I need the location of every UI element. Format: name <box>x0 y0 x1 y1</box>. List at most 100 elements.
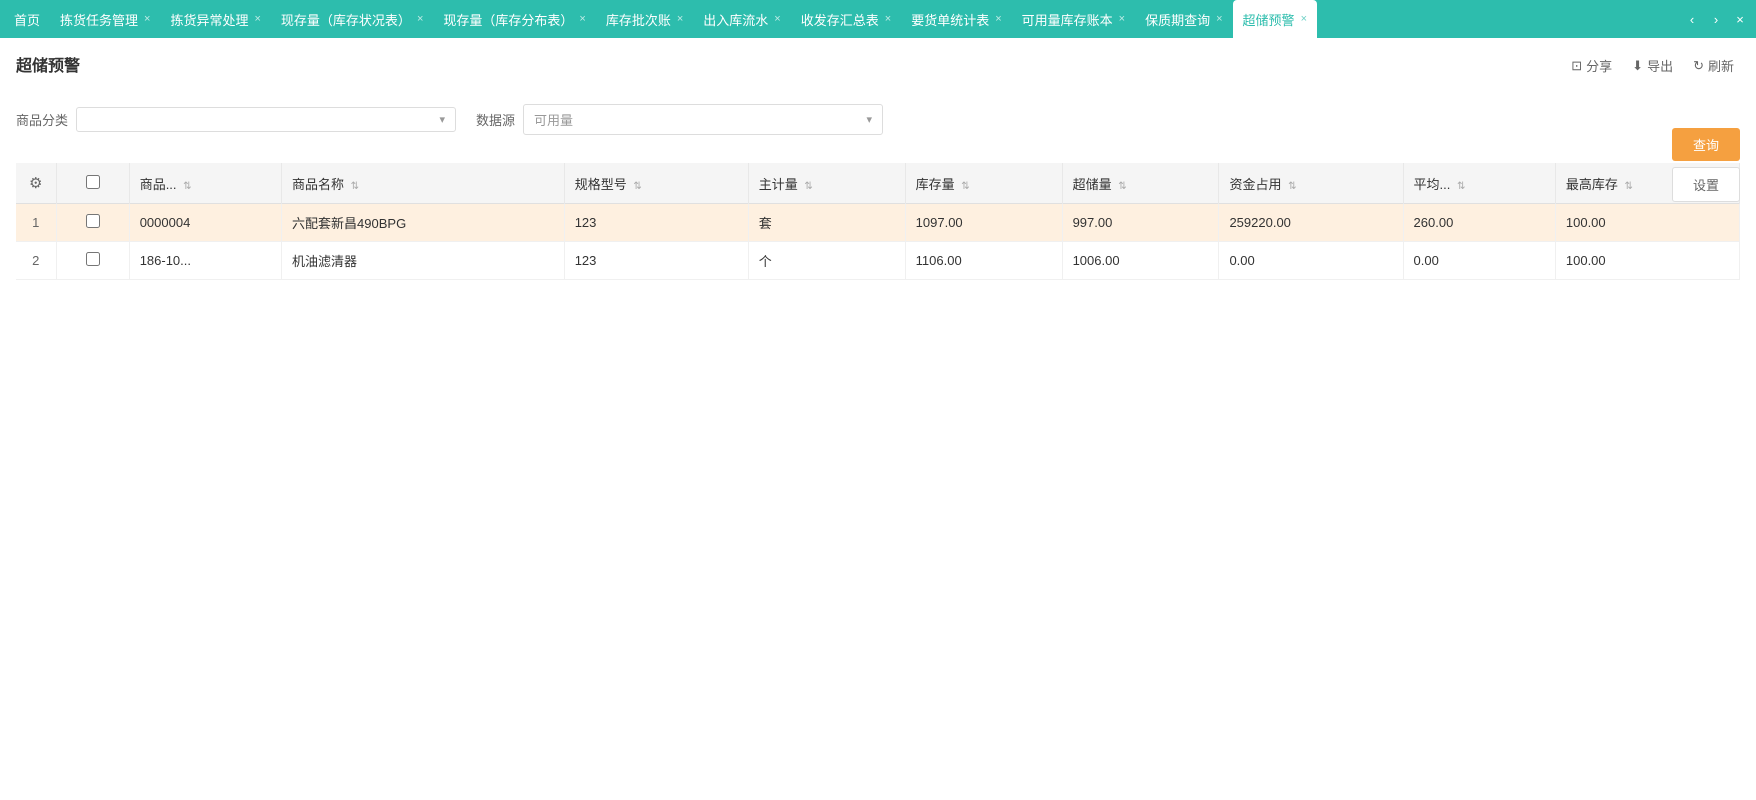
col-header-code[interactable]: 商品... ⇅ <box>129 163 281 204</box>
close-icon-collect-summary[interactable]: × <box>885 13 891 25</box>
datasource-select[interactable]: 可用量 ▾ <box>523 104 883 135</box>
gear-button[interactable]: ⚙ <box>27 172 44 194</box>
sort-icon: ⇅ <box>351 181 359 192</box>
col-header-capital[interactable]: 资金占用 ⇅ <box>1219 163 1403 204</box>
toolbar-right: ⊡ 分享 ⬇ 导出 ↻ 刷新 <box>1565 52 1740 79</box>
sort-icon: ⇅ <box>1457 181 1465 192</box>
row-checkbox-0[interactable] <box>86 214 100 228</box>
page-content: 超储预警 商品分类 ▾ 数据源 可用量 ▾ ⚙商品... ⇅商品名称 ⇅规格型号… <box>0 38 1756 294</box>
row-seq-1: 2 <box>16 242 56 280</box>
nav-tab-batch-account[interactable]: 库存批次账× <box>596 0 693 38</box>
row-checkbox-1[interactable] <box>86 252 100 266</box>
sort-icon: ⇅ <box>961 181 969 192</box>
category-select[interactable]: ▾ <box>76 107 456 132</box>
export-icon: ⬇ <box>1632 58 1643 74</box>
close-icon-abnormal[interactable]: × <box>254 13 260 25</box>
data-table: ⚙ 商品... ⇅商品名称 ⇅规格型号 ⇅主计量 ⇅库存量 ⇅超储量 ⇅资金占用 … <box>16 163 1740 280</box>
category-filter: 商品分类 ▾ <box>16 107 456 132</box>
col-header-stock[interactable]: 库存量 ⇅ <box>905 163 1062 204</box>
sort-icon: ⇅ <box>1625 181 1633 192</box>
nav-tab-quality-check[interactable]: 保质期查询× <box>1135 0 1232 38</box>
nav-tab-home[interactable]: 首页 <box>4 0 50 38</box>
col-header-name[interactable]: 商品名称 ⇅ <box>282 163 565 204</box>
refresh-icon: ↻ <box>1693 58 1704 74</box>
export-button[interactable]: ⬇ 导出 <box>1626 52 1679 79</box>
close-icon-flow[interactable]: × <box>774 13 780 25</box>
nav-prev-arrow[interactable]: ‹ <box>1680 0 1704 38</box>
select-all-checkbox[interactable] <box>86 175 100 189</box>
cell-unit-1: 个 <box>748 242 905 280</box>
close-icon-inventory-status[interactable]: × <box>417 13 423 25</box>
close-icon-available-account[interactable]: × <box>1119 13 1125 25</box>
nav-tab-overstock-warning[interactable]: 超储预警× <box>1233 0 1317 38</box>
table-row: 2186-10...机油滤清器123个1106.001006.000.000.0… <box>16 242 1740 280</box>
close-icon-inventory-dist[interactable]: × <box>579 13 585 25</box>
nav-tab-inventory-status[interactable]: 现存量（库存状况表）× <box>271 0 433 38</box>
share-button[interactable]: ⊡ 分享 <box>1565 52 1618 79</box>
refresh-label: 刷新 <box>1708 56 1734 75</box>
nav-tab-inventory-dist[interactable]: 现存量（库存分布表）× <box>433 0 595 38</box>
nav-tab-abnormal[interactable]: 拣货异常处理× <box>160 0 270 38</box>
cell-max_stock-1: 100.00 <box>1555 242 1739 280</box>
refresh-button[interactable]: ↻ 刷新 <box>1687 52 1740 79</box>
cell-spec-0: 123 <box>564 204 748 242</box>
datasource-label: 数据源 <box>476 110 515 129</box>
sort-icon: ⇅ <box>633 181 641 192</box>
cell-avg-1: 0.00 <box>1403 242 1555 280</box>
col-header-spec[interactable]: 规格型号 ⇅ <box>564 163 748 204</box>
close-icon-order-stats[interactable]: × <box>995 13 1001 25</box>
table-checkbox-header <box>56 163 129 204</box>
category-chevron-icon: ▾ <box>439 113 445 126</box>
query-button[interactable]: 查询 <box>1672 128 1740 161</box>
sort-icon: ⇅ <box>1288 181 1296 192</box>
cell-name-0: 六配套新昌490BPG <box>282 204 565 242</box>
table-gear-header: ⚙ <box>16 163 56 204</box>
close-icon-quality-check[interactable]: × <box>1216 13 1222 25</box>
cell-capital-0: 259220.00 <box>1219 204 1403 242</box>
filter-bar: 商品分类 ▾ 数据源 可用量 ▾ <box>16 92 1740 147</box>
datasource-chevron-icon: ▾ <box>867 113 873 126</box>
cell-unit-0: 套 <box>748 204 905 242</box>
nav-tab-available-account[interactable]: 可用量库存账本× <box>1012 0 1135 38</box>
nav-tab-collect-summary[interactable]: 收发存汇总表× <box>791 0 901 38</box>
table-body: 1 0000004六配套新昌490BPG123套1097.00997.002592… <box>16 204 1740 280</box>
cell-code-1: 186-10... <box>129 242 281 280</box>
table-row: 1 0000004六配套新昌490BPG123套1097.00997.002592… <box>16 204 1740 242</box>
cell-avg-0: 260.00 <box>1403 204 1555 242</box>
cell-name-1: 机油滤清器 <box>282 242 565 280</box>
cell-stock-1: 1106.00 <box>905 242 1062 280</box>
share-icon: ⊡ <box>1571 58 1582 74</box>
action-buttons: 查询 设置 <box>1672 128 1740 202</box>
cell-overstock-0: 997.00 <box>1062 204 1219 242</box>
cell-stock-0: 1097.00 <box>905 204 1062 242</box>
sort-icon: ⇅ <box>804 181 812 192</box>
datasource-select-value: 可用量 <box>534 110 573 129</box>
table-head: ⚙ 商品... ⇅商品名称 ⇅规格型号 ⇅主计量 ⇅库存量 ⇅超储量 ⇅资金占用 … <box>16 163 1740 204</box>
sort-icon: ⇅ <box>1118 181 1126 192</box>
cell-spec-1: 123 <box>564 242 748 280</box>
row-checkbox-cell-0 <box>56 204 129 242</box>
row-checkbox-cell-1 <box>56 242 129 280</box>
nav-close-arrow[interactable]: × <box>1728 0 1752 38</box>
category-label: 商品分类 <box>16 110 68 129</box>
row-seq-0: 1 <box>16 204 56 242</box>
cell-capital-1: 0.00 <box>1219 242 1403 280</box>
cell-overstock-1: 1006.00 <box>1062 242 1219 280</box>
cell-code-0: 0000004 <box>129 204 281 242</box>
share-label: 分享 <box>1586 56 1612 75</box>
top-nav: 首页拣货任务管理×拣货异常处理×现存量（库存状况表）×现存量（库存分布表）×库存… <box>0 0 1756 38</box>
settings-button[interactable]: 设置 <box>1672 167 1740 202</box>
col-header-unit[interactable]: 主计量 ⇅ <box>748 163 905 204</box>
datasource-filter: 数据源 可用量 ▾ <box>476 104 883 135</box>
col-header-overstock[interactable]: 超储量 ⇅ <box>1062 163 1219 204</box>
cell-max_stock-0: 100.00 <box>1555 204 1739 242</box>
nav-tab-flow[interactable]: 出入库流水× <box>693 0 790 38</box>
close-icon-overstock-warning[interactable]: × <box>1301 13 1307 25</box>
col-header-avg[interactable]: 平均... ⇅ <box>1403 163 1555 204</box>
nav-next-arrow[interactable]: › <box>1704 0 1728 38</box>
close-icon-batch-account[interactable]: × <box>677 13 683 25</box>
nav-tab-task-mgmt[interactable]: 拣货任务管理× <box>50 0 160 38</box>
close-icon-task-mgmt[interactable]: × <box>144 13 150 25</box>
export-label: 导出 <box>1647 56 1673 75</box>
nav-tab-order-stats[interactable]: 要货单统计表× <box>901 0 1011 38</box>
